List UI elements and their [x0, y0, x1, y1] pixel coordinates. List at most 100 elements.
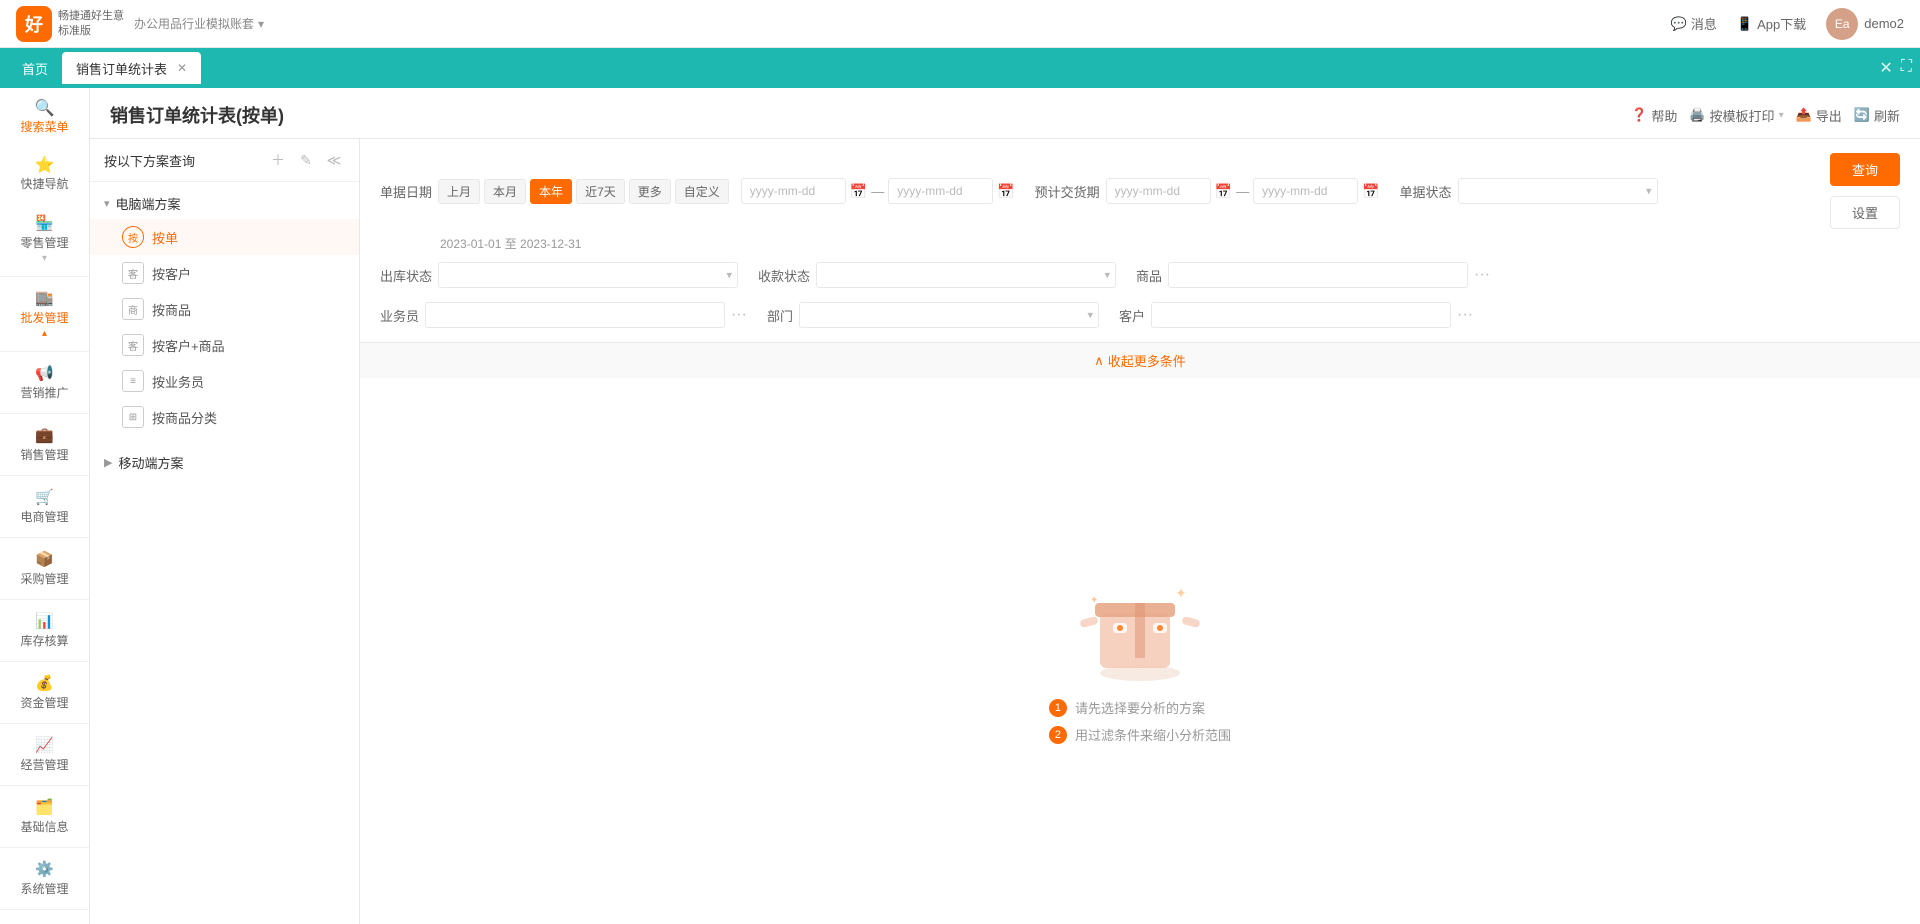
- date-last-month[interactable]: 上月: [438, 179, 480, 204]
- tab-home[interactable]: 首页: [8, 52, 62, 84]
- add-scheme-button[interactable]: ＋: [267, 149, 289, 171]
- edit-scheme-button[interactable]: ✎: [295, 149, 317, 171]
- user-menu[interactable]: Ea demo2: [1826, 8, 1904, 40]
- message-button[interactable]: 💬 消息: [1671, 14, 1717, 33]
- svg-text:✦: ✦: [1175, 585, 1187, 601]
- by-order-icon: 按: [122, 226, 144, 248]
- purchase-icon: 📦: [35, 550, 54, 568]
- system-icon: ⚙️: [35, 860, 54, 878]
- doc-status-select[interactable]: [1458, 178, 1658, 204]
- date-more[interactable]: 更多: [629, 179, 671, 204]
- sidebar-item-purchase[interactable]: 📦 采购管理: [0, 538, 89, 600]
- search-menu-item[interactable]: 🔍 搜索菜单: [0, 88, 89, 145]
- print-arrow-icon: ▾: [1779, 110, 1784, 121]
- customer-input[interactable]: [1151, 302, 1451, 328]
- scheme-item-by-cust-goods[interactable]: 客 按客户+商品: [90, 327, 359, 363]
- template-print-button[interactable]: 🖨️ 按模板打印 ▾: [1689, 106, 1783, 125]
- by-category-icon: ⊞: [122, 406, 144, 428]
- sidebar-item-sales[interactable]: 💼 销售管理: [0, 414, 89, 476]
- filter-row-2: 出库状态 收款状态: [380, 262, 1900, 302]
- sidebar-item-marketing[interactable]: 📢 营销推广: [0, 352, 89, 414]
- app-download-button[interactable]: 📱 App下载: [1737, 14, 1806, 33]
- tab-sales-stat[interactable]: 销售订单统计表 ✕: [62, 52, 201, 84]
- customer-field: 客户 ···: [1119, 302, 1473, 328]
- scheme-group-mobile-header[interactable]: ▶ 移动端方案: [90, 447, 359, 478]
- forecast-date-field: 预计交货期 📅 — 📅: [1035, 178, 1380, 204]
- forecast-start-input[interactable]: [1106, 178, 1211, 204]
- date-this-year[interactable]: 本年: [530, 179, 572, 204]
- refresh-button[interactable]: 🔄 刷新: [1854, 106, 1900, 125]
- scheme-icons: ＋ ✎ ≪: [267, 149, 345, 171]
- date-range-display: 2023-01-01 至 2023-12-31: [440, 235, 1900, 252]
- sidebar-item-ops[interactable]: 📈 经营管理: [0, 724, 89, 786]
- stock-icon: 📊: [35, 612, 54, 630]
- scheme-group-pc-header[interactable]: ▾ 电脑端方案: [90, 188, 359, 219]
- out-status-select[interactable]: [438, 262, 738, 288]
- empty-hints: 1 请先选择要分析的方案 2 用过滤条件来缩小分析范围: [1049, 698, 1231, 744]
- hint-number-1: 1: [1049, 699, 1067, 717]
- salesperson-input[interactable]: [425, 302, 725, 328]
- scheme-item-by-goods[interactable]: 商 按商品: [90, 291, 359, 327]
- date-last-7-days[interactable]: 近7天: [576, 179, 625, 204]
- sidebar-item-wholesale[interactable]: 🏬 批发管理 ▴: [0, 277, 89, 352]
- receipt-status-select[interactable]: [816, 262, 1116, 288]
- goods-dots-button[interactable]: ···: [1474, 266, 1490, 284]
- tab-bar: 首页 销售订单统计表 ✕ ✕ ⛶: [0, 48, 1920, 88]
- quick-nav-item[interactable]: ⭐ 快捷导航: [0, 145, 89, 202]
- top-bar: 好 畅捷通好生意 标准版 办公用品行业模拟账套 ▾ 💬 消息 📱 App下载 E…: [0, 0, 1920, 48]
- tab-close-icon[interactable]: ✕: [177, 61, 187, 75]
- doc-status-select-wrapper: [1458, 178, 1658, 204]
- retail-icon: 🏪: [35, 214, 54, 232]
- expand-icon[interactable]: ⛶: [1901, 58, 1912, 78]
- scheme-item-by-order[interactable]: 按 按单: [90, 219, 359, 255]
- filter-row-3: 业务员 ··· 部门: [380, 302, 1900, 342]
- forecast-cal-end-icon[interactable]: 📅: [1362, 183, 1379, 200]
- scheme-group-mobile: ▶ 移动端方案: [90, 441, 359, 484]
- by-cust-goods-icon: 客: [122, 334, 144, 356]
- help-button[interactable]: ❓ 帮助: [1631, 106, 1677, 125]
- download-icon: 📱: [1737, 16, 1753, 32]
- setting-button[interactable]: 设置: [1830, 196, 1900, 229]
- goods-field: 商品 ···: [1136, 262, 1490, 288]
- date-this-month[interactable]: 本月: [484, 179, 526, 204]
- hint-number-2: 2: [1049, 726, 1067, 744]
- calendar-end-icon[interactable]: 📅: [997, 183, 1014, 200]
- goods-input[interactable]: [1168, 262, 1468, 288]
- scheme-item-by-customer[interactable]: 客 按客户: [90, 255, 359, 291]
- logo-area: 好 畅捷通好生意 标准版: [16, 6, 124, 42]
- empty-state: ✦ ✦ 1 请先选择要分析的方案 2 用过滤条件来缩小分析范围: [360, 378, 1920, 924]
- collapse-scheme-button[interactable]: ≪: [323, 149, 345, 171]
- page-header: 销售订单统计表(按单) ❓ 帮助 🖨️ 按模板打印 ▾ 📤 导出 🔄 刷新: [90, 88, 1920, 139]
- app-name: 办公用品行业模拟账套 ▾: [134, 15, 264, 32]
- date-start-input[interactable]: [741, 178, 846, 204]
- scheme-item-by-category[interactable]: ⊞ 按商品分类: [90, 399, 359, 435]
- date-end-input[interactable]: [888, 178, 993, 204]
- date-custom[interactable]: 自定义: [675, 179, 729, 204]
- sidebar-item-retail[interactable]: 🏪 零售管理 ▾: [0, 202, 89, 277]
- sidebar-item-stock[interactable]: 📊 库存核算: [0, 600, 89, 662]
- sidebar-item-basic[interactable]: 🗂️ 基础信息: [0, 786, 89, 848]
- close-window-icon[interactable]: ✕: [1879, 58, 1892, 78]
- basic-icon: 🗂️: [35, 798, 54, 816]
- forecast-end-input[interactable]: [1253, 178, 1358, 204]
- customer-dots-button[interactable]: ···: [1457, 306, 1473, 324]
- scheme-item-by-salesperson[interactable]: ≡ 按业务员: [90, 363, 359, 399]
- dropdown-arrow-icon[interactable]: ▾: [258, 17, 264, 31]
- scheme-panel: 按以下方案查询 ＋ ✎ ≪ ▾ 电脑端方案 按: [90, 139, 360, 924]
- logo-icon: 好: [16, 6, 52, 42]
- dept-select-wrapper: [799, 302, 1099, 328]
- doc-status-field: 单据状态: [1400, 178, 1658, 204]
- query-button[interactable]: 查询: [1830, 153, 1900, 186]
- sidebar-item-ecom[interactable]: 🛒 电商管理: [0, 476, 89, 538]
- sidebar-item-corp[interactable]: 🤝 企业协同: [0, 910, 89, 924]
- forecast-cal-start-icon[interactable]: 📅: [1215, 183, 1232, 200]
- sidebar-item-system[interactable]: ⚙️ 系统管理: [0, 848, 89, 910]
- date-quick-options: 上月 本月 本年 近7天 更多 自定义: [438, 179, 729, 204]
- export-button[interactable]: 📤 导出: [1796, 106, 1842, 125]
- wholesale-icon: 🏬: [35, 289, 54, 307]
- sidebar-item-finance[interactable]: 💰 资金管理: [0, 662, 89, 724]
- dept-select[interactable]: [799, 302, 1099, 328]
- calendar-start-icon[interactable]: 📅: [850, 183, 867, 200]
- salesperson-dots-button[interactable]: ···: [731, 306, 747, 324]
- collapse-bar[interactable]: ∧ 收起更多条件: [360, 342, 1920, 378]
